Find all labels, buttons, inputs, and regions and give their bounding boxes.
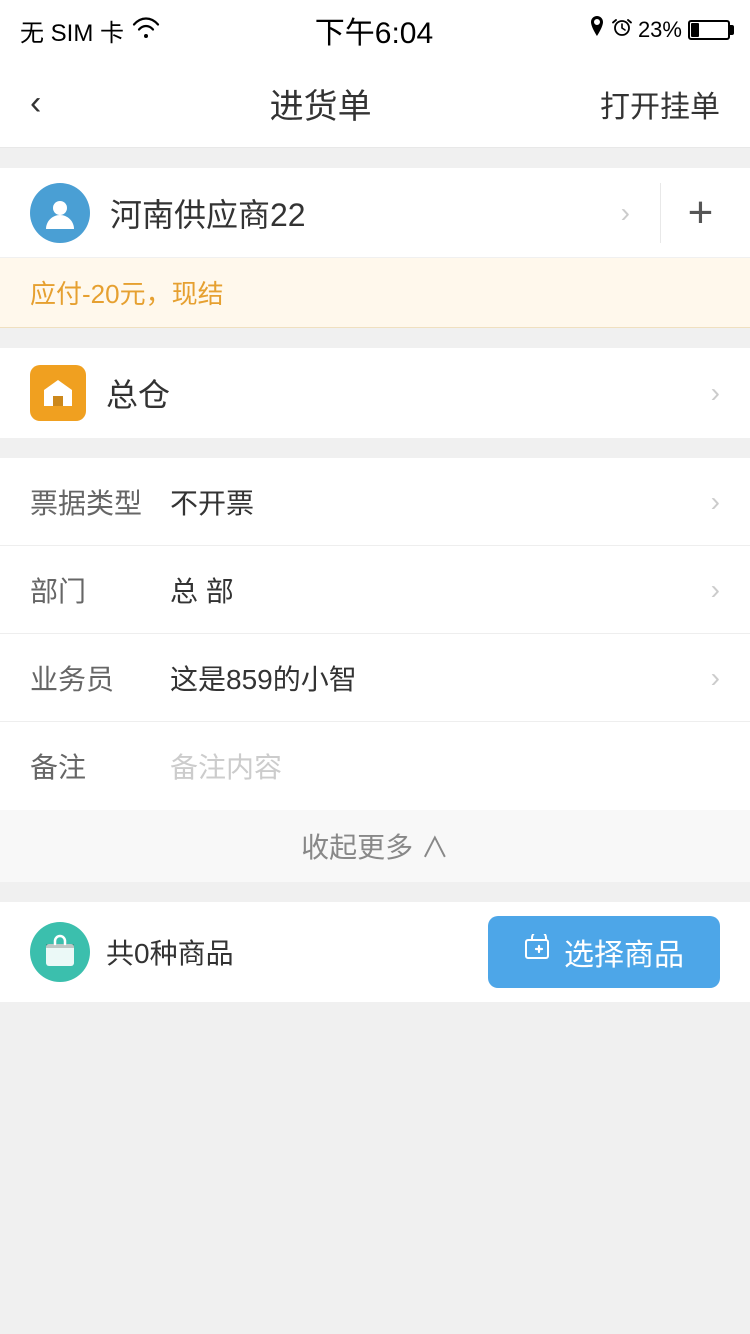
select-btn-label: 选择商品	[564, 930, 684, 974]
dept-label: 部门	[30, 570, 160, 610]
bottom-bar: 共0种商品 选择商品	[0, 902, 750, 1002]
dept-row[interactable]: 部门 总 部 ›	[0, 546, 750, 634]
dept-value: 总 部	[160, 570, 711, 610]
location-icon	[588, 16, 606, 44]
invoice-label: 票据类型	[30, 482, 160, 522]
form-section: 票据类型 不开票 › 部门 总 部 › 业务员 这是859的小智 › 备注 备注…	[0, 458, 750, 810]
invoice-row[interactable]: 票据类型 不开票 ›	[0, 458, 750, 546]
warehouse-arrow-icon: ›	[711, 377, 720, 409]
carrier-text: 无 SIM 卡	[20, 13, 124, 48]
staff-label: 业务员	[30, 658, 160, 698]
collapse-label: 收起更多 ∧	[301, 826, 449, 866]
supplier-section: 河南供应商22 › + 应付-20元，现结	[0, 168, 750, 328]
notice-bar: 应付-20元，现结	[0, 258, 750, 328]
back-button[interactable]: ‹	[30, 84, 41, 123]
dept-arrow-icon: ›	[711, 574, 720, 606]
page-title: 进货单	[270, 79, 372, 128]
nav-bar: ‹ 进货单 打开挂单	[0, 60, 750, 148]
select-btn-icon	[524, 934, 554, 971]
invoice-arrow-icon: ›	[711, 486, 720, 518]
section-gap-2	[0, 328, 750, 348]
status-bar: 无 SIM 卡 下午6:04 23%	[0, 0, 750, 60]
add-supplier-button[interactable]: +	[660, 183, 720, 243]
staff-row[interactable]: 业务员 这是859的小智 ›	[0, 634, 750, 722]
battery-icon	[688, 20, 730, 40]
supplier-row[interactable]: 河南供应商22 › +	[0, 168, 750, 258]
remark-row[interactable]: 备注 备注内容	[0, 722, 750, 810]
open-pending-button[interactable]: 打开挂单	[600, 82, 720, 126]
supplier-avatar	[30, 183, 90, 243]
warehouse-row[interactable]: 总仓 ›	[0, 348, 750, 438]
invoice-value: 不开票	[160, 482, 711, 522]
warehouse-section: 总仓 ›	[0, 348, 750, 438]
wifi-icon	[132, 16, 160, 45]
status-right: 23%	[588, 16, 730, 44]
section-gap-1	[0, 148, 750, 168]
notice-text: 应付-20元，现结	[30, 279, 224, 309]
warehouse-icon	[30, 365, 86, 421]
status-left: 无 SIM 卡	[20, 13, 160, 48]
product-count: 共0种商品	[106, 932, 488, 972]
warehouse-name: 总仓	[106, 370, 711, 416]
remark-label: 备注	[30, 746, 160, 786]
product-icon	[30, 922, 90, 982]
battery-percent: 23%	[638, 17, 682, 43]
select-product-button[interactable]: 选择商品	[488, 916, 720, 988]
section-gap-3	[0, 438, 750, 458]
supplier-arrow-icon: ›	[621, 197, 630, 229]
status-time: 下午6:04	[315, 8, 433, 52]
staff-value: 这是859的小智	[160, 658, 711, 698]
staff-arrow-icon: ›	[711, 662, 720, 694]
alarm-icon	[612, 17, 632, 43]
page-footer	[0, 1002, 750, 1302]
supplier-name: 河南供应商22	[110, 190, 621, 236]
remark-input[interactable]: 备注内容	[160, 746, 720, 786]
collapse-button[interactable]: 收起更多 ∧	[0, 810, 750, 882]
